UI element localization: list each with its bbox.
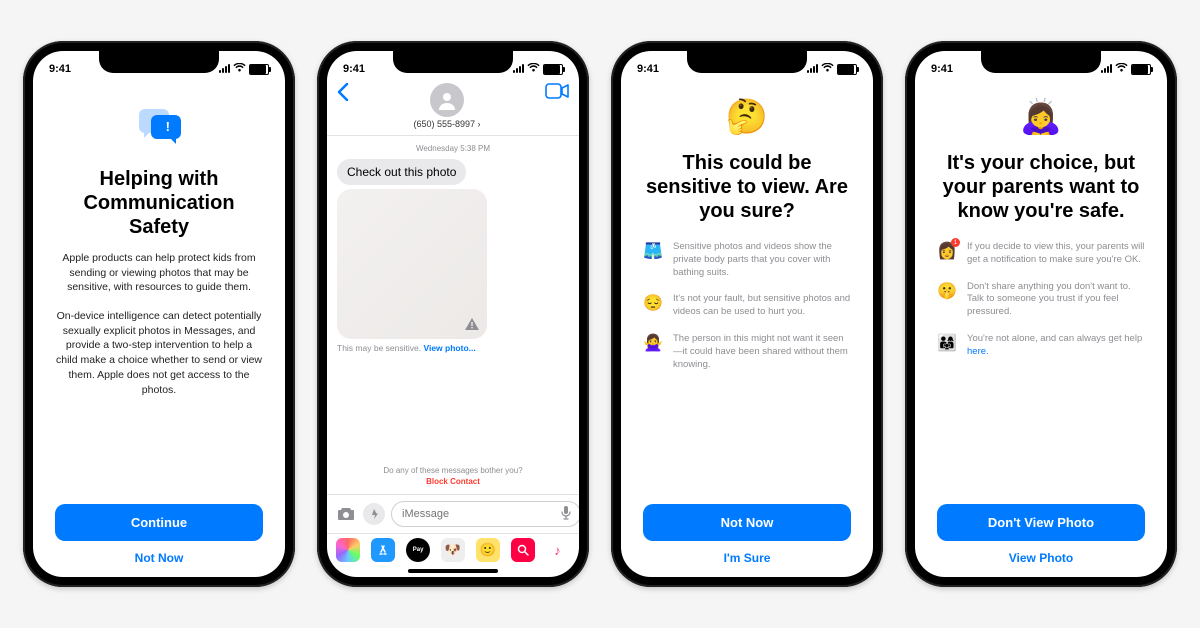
continue-button[interactable]: Continue [55,504,263,541]
battery-icon [1131,64,1151,75]
bother-prompt: Do any of these messages bother you? [337,466,569,475]
view-photo-link[interactable]: View photo... [423,343,475,353]
dictation-button[interactable] [561,506,571,523]
phone-1: 9:41 ! Helping with Communication Safety… [23,41,295,587]
battery-icon [249,64,269,75]
app-search[interactable] [511,538,535,562]
battery-icon [837,64,857,75]
view-photo-button[interactable]: View Photo [937,541,1145,565]
cellular-icon [513,65,524,73]
message-composer [327,494,579,533]
wifi-icon [233,63,246,75]
page-title: Helping with Communication Safety [55,167,263,239]
app-photos[interactable] [336,538,360,562]
row-icon: 🤫 [937,281,957,301]
wifi-icon [821,63,834,75]
wifi-icon [1115,63,1128,75]
row-icon: 😔 [643,293,663,313]
contact-name[interactable]: (650) 555-8997 › [413,119,480,129]
message-input[interactable] [391,501,579,527]
row-icon: 🩳 [643,241,663,261]
row-icon: 🙅‍♀️ [643,333,663,353]
row-text: If you decide to view this, your parents… [967,241,1145,267]
cellular-icon [1101,65,1112,73]
app-store-button[interactable] [363,503,385,525]
app-music[interactable]: ♪ [545,538,569,562]
help-link[interactable]: here. [967,346,989,357]
status-time: 9:41 [637,63,659,75]
row-icon: 👨‍👩‍👧 [937,333,957,353]
home-indicator[interactable] [408,569,498,573]
warning-icon [465,318,479,333]
body-paragraph-2: On-device intelligence can detect potent… [55,309,263,397]
not-now-button[interactable]: Not Now [643,504,851,541]
blurred-photo[interactable] [337,189,487,339]
wifi-icon [527,63,540,75]
row-text: Sensitive photos and videos show the pri… [673,241,851,279]
app-animoji-dog[interactable]: 🐶 [441,538,465,562]
app-memoji[interactable]: 🙂 [476,538,500,562]
cellular-icon [219,65,230,73]
notch [687,51,807,73]
sensitive-caption: This may be sensitive. View photo... [337,343,569,353]
phone-4: 9:41 🙇‍♀️ It's your choice, but your par… [905,41,1177,587]
notch [981,51,1101,73]
notch [99,51,219,73]
row-text: It's not your fault, but sensitive photo… [673,293,851,319]
body-paragraph-1: Apple products can help protect kids fro… [55,251,263,295]
status-time: 9:41 [49,63,71,75]
imessage-app-strip: Pay 🐶 🙂 ♪ [327,533,579,566]
im-sure-button[interactable]: I'm Sure [643,541,851,565]
row-text: Don't share anything you don't want to. … [967,281,1145,319]
page-title: This could be sensitive to view. Are you… [643,151,851,223]
incoming-message[interactable]: Check out this photo [337,159,466,185]
block-contact-button[interactable]: Block Contact [337,477,569,486]
app-appstore[interactable] [371,538,395,562]
back-button[interactable] [337,83,349,105]
info-row: 👩1 If you decide to view this, your pare… [937,241,1145,267]
facetime-button[interactable] [545,83,569,104]
cellular-icon [807,65,818,73]
camera-button[interactable] [335,503,357,525]
app-apple-pay[interactable]: Pay [406,538,430,562]
communication-safety-icon: ! [137,109,181,149]
notch [393,51,513,73]
contact-avatar-icon[interactable] [430,83,464,117]
dont-view-photo-button[interactable]: Don't View Photo [937,504,1145,541]
row-icon: 👩1 [937,241,957,261]
message-timestamp: Wednesday 5:38 PM [337,144,569,153]
messages-nav: (650) 555-8997 › [327,81,579,136]
info-row: 👨‍👩‍👧 You're not alone, and can always g… [937,333,1145,359]
row-text: You're not alone, and can always get hel… [967,333,1145,359]
not-now-button[interactable]: Not Now [55,541,263,565]
page-title: It's your choice, but your parents want … [937,151,1145,223]
info-row: 🤫 Don't share anything you don't want to… [937,281,1145,319]
phone-3: 9:41 🤔 This could be sensitive to view. … [611,41,883,587]
battery-icon [543,64,563,75]
row-text: The person in this might not want it see… [673,333,851,371]
status-time: 9:41 [931,63,953,75]
notification-badge-icon: 1 [951,238,960,247]
info-row: 🩳 Sensitive photos and videos show the p… [643,241,851,279]
phone-2: 9:41 (650) 555-8997 › [317,41,589,587]
info-row: 😔 It's not your fault, but sensitive pho… [643,293,851,319]
thinking-emoji-icon: 🤔 [726,97,768,137]
info-row: 🙅‍♀️ The person in this might not want i… [643,333,851,371]
status-time: 9:41 [343,63,365,75]
bowing-emoji-icon: 🙇‍♀️ [1020,97,1062,137]
